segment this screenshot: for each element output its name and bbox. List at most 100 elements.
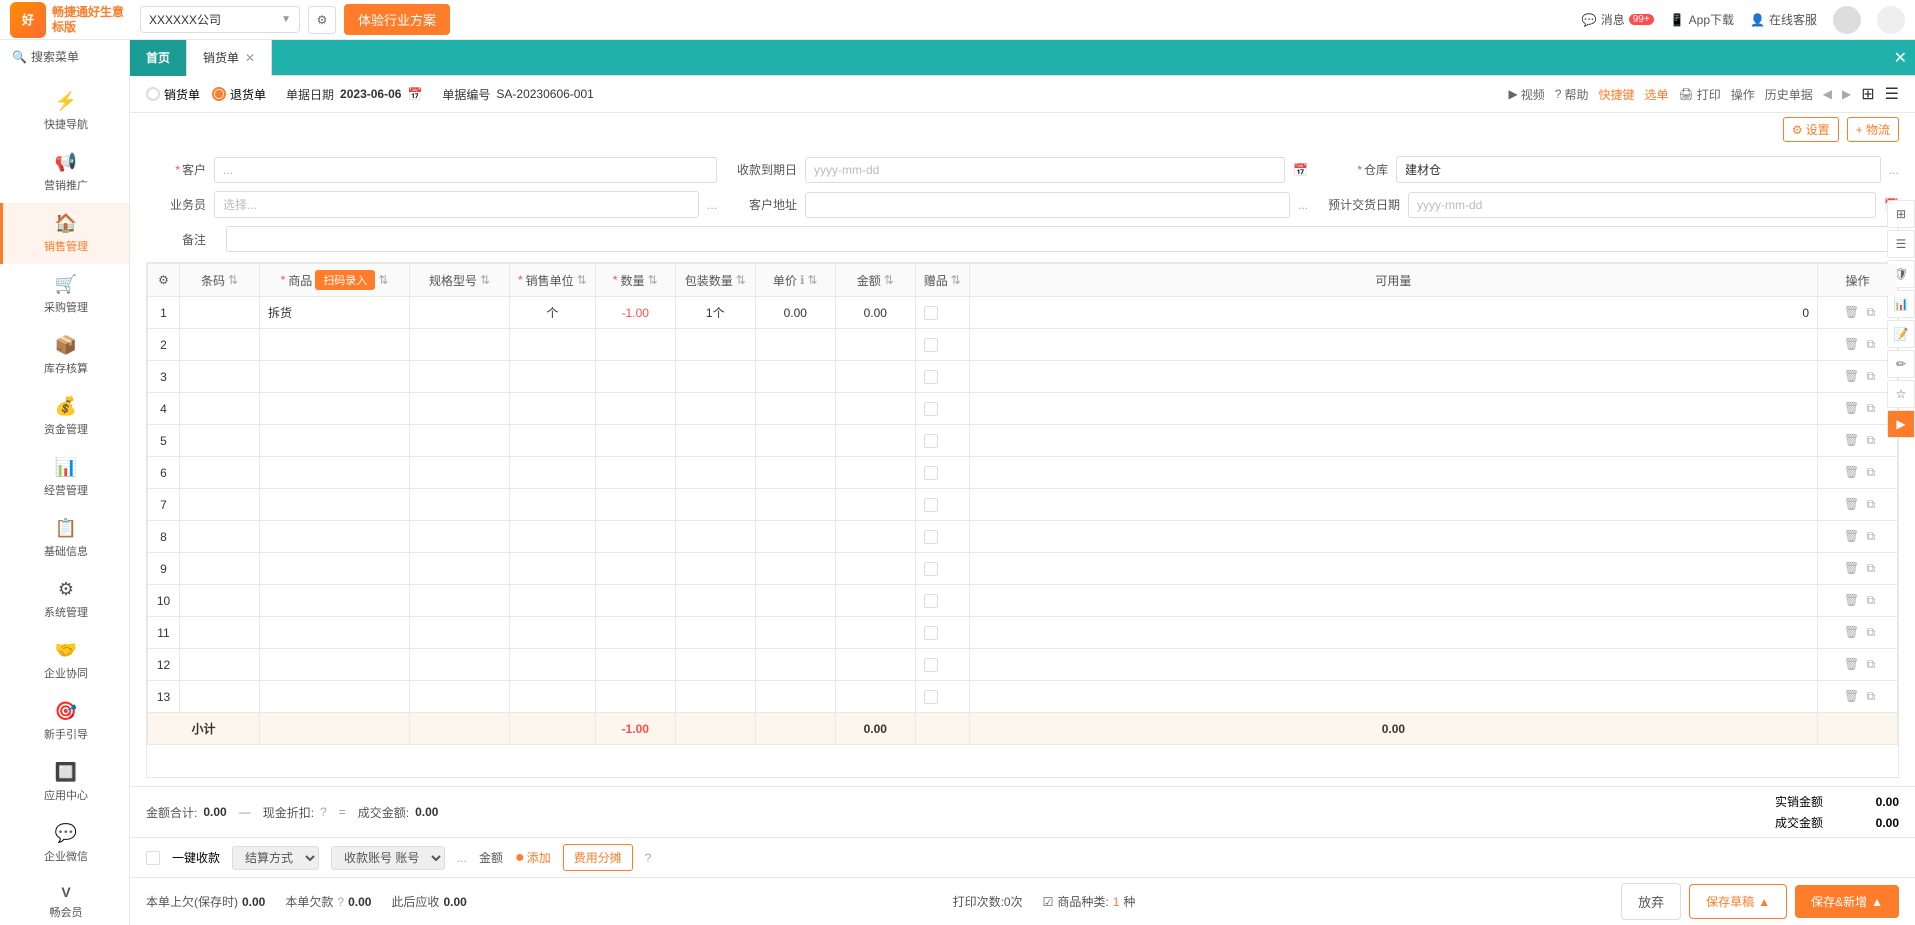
copy-icon-3[interactable]: ⧉ — [1867, 401, 1876, 415]
one-click-checkbox[interactable] — [146, 851, 160, 865]
grid-view-icon[interactable]: ⊞ — [1861, 84, 1874, 104]
cell-amount-10[interactable] — [835, 617, 915, 649]
cell-quantity-12[interactable] — [595, 681, 675, 713]
gift-checkbox-10[interactable] — [924, 626, 938, 640]
sort-qty-icon[interactable]: ⇅ — [648, 273, 658, 287]
cell-barcode-6[interactable] — [180, 489, 260, 521]
logistics-button[interactable]: + 物流 — [1847, 117, 1899, 142]
delete-icon-3[interactable]: 🗑 — [1844, 401, 1859, 415]
cell-spec-1[interactable] — [410, 329, 510, 361]
copy-icon-7[interactable]: ⧉ — [1867, 529, 1876, 543]
sort-packqty-icon[interactable]: ⇅ — [736, 273, 746, 287]
customer-input[interactable]: ... — [214, 157, 717, 183]
video-link[interactable]: ▶ 视频 — [1509, 86, 1545, 103]
cell-unitprice-9[interactable] — [755, 585, 835, 617]
help-circle-icon[interactable]: ? — [320, 805, 327, 819]
delete-icon-5[interactable]: 🗑 — [1844, 465, 1859, 479]
sidebar-item-sales[interactable]: 🏠 销售管理 — [0, 203, 129, 264]
cell-unit-1[interactable] — [510, 329, 596, 361]
cell-packqty-4[interactable] — [675, 425, 755, 457]
cell-gift-5[interactable] — [915, 457, 969, 489]
sidebar-item-operations[interactable]: 📊 经营管理 — [0, 447, 129, 508]
cell-unitprice-11[interactable] — [755, 649, 835, 681]
cell-packqty-8[interactable] — [675, 553, 755, 585]
sidebar-item-quick-nav[interactable]: ⚡ 快捷导航 — [0, 81, 129, 142]
cell-amount-11[interactable] — [835, 649, 915, 681]
cell-unit-0[interactable]: 个 — [510, 297, 596, 329]
gift-checkbox-12[interactable] — [924, 690, 938, 704]
cell-unitprice-8[interactable] — [755, 553, 835, 585]
cell-product-9[interactable] — [260, 585, 410, 617]
cell-packqty-11[interactable] — [675, 649, 755, 681]
cell-spec-7[interactable] — [410, 521, 510, 553]
gift-checkbox-1[interactable] — [924, 338, 938, 352]
print-link[interactable]: 🖨 打印 — [1679, 86, 1721, 103]
cell-barcode-2[interactable] — [180, 361, 260, 393]
delete-icon-10[interactable]: 🗑 — [1844, 625, 1859, 639]
cell-quantity-8[interactable] — [595, 553, 675, 585]
right-btn-note[interactable]: 📝 — [1887, 320, 1915, 348]
info-icon[interactable]: ℹ — [800, 273, 805, 287]
cell-gift-4[interactable] — [915, 425, 969, 457]
gift-checkbox-7[interactable] — [924, 530, 938, 544]
radio-return[interactable]: 退货单 — [212, 86, 266, 103]
scan-button[interactable]: 扫码录入 — [315, 270, 375, 290]
payment-due-input[interactable]: yyyy-mm-dd — [805, 157, 1285, 183]
cell-packqty-10[interactable] — [675, 617, 755, 649]
cell-gift-9[interactable] — [915, 585, 969, 617]
cell-unit-12[interactable] — [510, 681, 596, 713]
copy-icon-4[interactable]: ⧉ — [1867, 433, 1876, 447]
cell-barcode-11[interactable] — [180, 649, 260, 681]
payment-dots[interactable]: ... — [457, 851, 467, 865]
payment-account-select[interactable]: 收款账号 账号 — [331, 846, 445, 870]
tab-close-icon[interactable]: ✕ — [245, 51, 255, 65]
copy-icon-2[interactable]: ⧉ — [1867, 369, 1876, 383]
cell-amount-1[interactable] — [835, 329, 915, 361]
cell-quantity-4[interactable] — [595, 425, 675, 457]
cell-amount-6[interactable] — [835, 489, 915, 521]
cell-unit-4[interactable] — [510, 425, 596, 457]
cell-gift-8[interactable] — [915, 553, 969, 585]
cell-quantity-6[interactable] — [595, 489, 675, 521]
cell-amount-4[interactable] — [835, 425, 915, 457]
delete-icon-2[interactable]: 🗑 — [1844, 369, 1859, 383]
cell-amount-5[interactable] — [835, 457, 915, 489]
sidebar-search[interactable]: 🔍 搜索菜单 — [0, 40, 129, 73]
app-download-button[interactable]: 📱 App下载 — [1670, 11, 1734, 28]
cell-unit-10[interactable] — [510, 617, 596, 649]
cell-unitprice-4[interactable] — [755, 425, 835, 457]
cell-amount-0[interactable]: 0.00 — [835, 297, 915, 329]
calendar-icon[interactable]: 📅 — [407, 87, 422, 101]
cell-product-12[interactable] — [260, 681, 410, 713]
cell-gift-6[interactable] — [915, 489, 969, 521]
cell-quantity-0[interactable]: -1.00 — [595, 297, 675, 329]
online-service-button[interactable]: 👤 在线客服 — [1750, 11, 1817, 28]
sidebar-item-system[interactable]: ⚙ 系统管理 — [0, 569, 129, 630]
cell-product-5[interactable] — [260, 457, 410, 489]
sidebar-item-enterprise[interactable]: 🤝 企业协同 — [0, 630, 129, 691]
nav-prev-icon[interactable]: ◀ — [1823, 87, 1832, 101]
cell-product-4[interactable] — [260, 425, 410, 457]
cell-packqty-6[interactable] — [675, 489, 755, 521]
warehouse-dots[interactable]: ... — [1889, 163, 1899, 177]
cell-spec-6[interactable] — [410, 489, 510, 521]
cell-barcode-0[interactable] — [180, 297, 260, 329]
cell-product-2[interactable] — [260, 361, 410, 393]
sidebar-item-member[interactable]: V 畅会员 — [0, 874, 129, 925]
table-settings-icon[interactable]: ⚙ — [158, 273, 169, 287]
cell-barcode-7[interactable] — [180, 521, 260, 553]
cell-product-11[interactable] — [260, 649, 410, 681]
operate-link[interactable]: 操作 — [1731, 86, 1755, 103]
salesperson-dots[interactable]: ... — [707, 198, 717, 212]
cell-unit-3[interactable] — [510, 393, 596, 425]
cell-barcode-5[interactable] — [180, 457, 260, 489]
cell-unit-6[interactable] — [510, 489, 596, 521]
delete-icon-7[interactable]: 🗑 — [1844, 529, 1859, 543]
cell-barcode-12[interactable] — [180, 681, 260, 713]
cell-quantity-7[interactable] — [595, 521, 675, 553]
cell-barcode-9[interactable] — [180, 585, 260, 617]
sidebar-item-finance[interactable]: 💰 资金管理 — [0, 386, 129, 447]
cell-packqty-1[interactable] — [675, 329, 755, 361]
help-link[interactable]: ? 帮助 — [1555, 86, 1589, 103]
copy-icon-11[interactable]: ⧉ — [1867, 657, 1876, 671]
